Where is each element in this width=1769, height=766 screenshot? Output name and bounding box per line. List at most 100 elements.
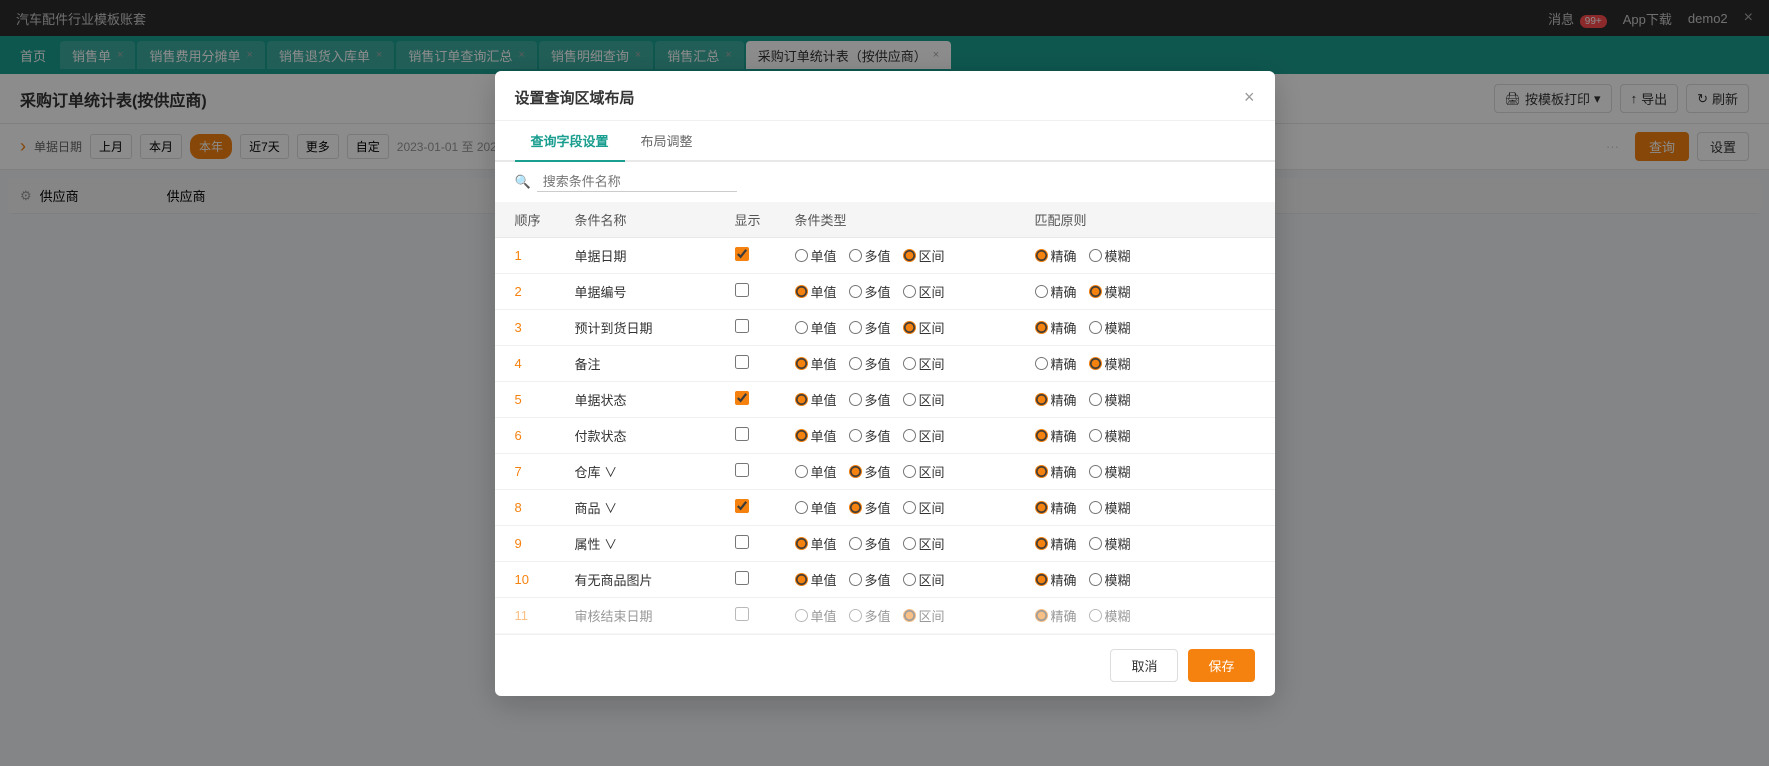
type-multi[interactable]: 多值 bbox=[849, 246, 891, 265]
type-range[interactable]: 区间 bbox=[903, 570, 945, 589]
table-row: 6 付款状态 单值 多值 区间 精确 模糊 bbox=[495, 418, 1275, 454]
row-order: 2 bbox=[515, 284, 575, 299]
type-range[interactable]: 区间 bbox=[903, 462, 945, 481]
row-display[interactable] bbox=[735, 463, 795, 480]
type-single[interactable]: 单值 bbox=[795, 246, 837, 265]
dialog-close-button[interactable]: × bbox=[1244, 87, 1255, 108]
type-single[interactable]: 单值 bbox=[795, 390, 837, 409]
table-row: 3 预计到货日期 单值 多值 区间 精确 模糊 bbox=[495, 310, 1275, 346]
type-range[interactable]: 区间 bbox=[903, 246, 945, 265]
type-multi[interactable]: 多值 bbox=[849, 318, 891, 337]
match-fuzzy[interactable]: 模糊 bbox=[1089, 390, 1131, 409]
table-row: 5 单据状态 单值 多值 区间 精确 模糊 bbox=[495, 382, 1275, 418]
type-multi[interactable]: 多值 bbox=[849, 354, 891, 373]
tab-layout-adjust[interactable]: 布局调整 bbox=[625, 121, 709, 162]
type-range[interactable]: 区间 bbox=[903, 606, 945, 625]
row-type: 单值 多值 区间 bbox=[795, 570, 1035, 589]
table-row: 1 单据日期 单值 多值 区间 精确 模糊 bbox=[495, 238, 1275, 274]
dialog-header: 设置查询区域布局 × bbox=[495, 71, 1275, 121]
modal-overlay: 设置查询区域布局 × 查询字段设置 布局调整 🔍 bbox=[0, 0, 1769, 766]
type-multi[interactable]: 多值 bbox=[849, 534, 891, 553]
type-range[interactable]: 区间 bbox=[903, 426, 945, 445]
type-multi[interactable]: 多值 bbox=[849, 390, 891, 409]
match-exact[interactable]: 精确 bbox=[1035, 282, 1077, 301]
tab-query-fields[interactable]: 查询字段设置 bbox=[515, 121, 625, 162]
type-single[interactable]: 单值 bbox=[795, 570, 837, 589]
row-order: 1 bbox=[515, 248, 575, 263]
type-single[interactable]: 单值 bbox=[795, 606, 837, 625]
cancel-button[interactable]: 取消 bbox=[1110, 649, 1178, 682]
type-range[interactable]: 区间 bbox=[903, 318, 945, 337]
type-single[interactable]: 单值 bbox=[795, 462, 837, 481]
row-order: 4 bbox=[515, 356, 575, 371]
save-button[interactable]: 保存 bbox=[1188, 649, 1254, 682]
type-multi[interactable]: 多值 bbox=[849, 462, 891, 481]
row-name: 付款状态 bbox=[575, 426, 735, 445]
type-multi[interactable]: 多值 bbox=[849, 606, 891, 625]
match-fuzzy[interactable]: 模糊 bbox=[1089, 246, 1131, 265]
type-multi[interactable]: 多值 bbox=[849, 426, 891, 445]
row-display[interactable] bbox=[735, 319, 795, 336]
match-fuzzy[interactable]: 模糊 bbox=[1089, 534, 1131, 553]
table-row: 8 商品 ∨ 单值 多值 区间 精确 模糊 bbox=[495, 490, 1275, 526]
col-type: 条件类型 bbox=[795, 210, 1035, 229]
match-fuzzy[interactable]: 模糊 bbox=[1089, 318, 1131, 337]
type-multi[interactable]: 多值 bbox=[849, 282, 891, 301]
row-display[interactable] bbox=[735, 427, 795, 444]
type-range[interactable]: 区间 bbox=[903, 354, 945, 373]
condition-search-input[interactable] bbox=[537, 172, 737, 192]
match-fuzzy[interactable]: 模糊 bbox=[1089, 282, 1131, 301]
type-multi[interactable]: 多值 bbox=[849, 498, 891, 517]
type-range[interactable]: 区间 bbox=[903, 534, 945, 553]
type-single[interactable]: 单值 bbox=[795, 318, 837, 337]
row-match: 精确 模糊 bbox=[1035, 570, 1235, 589]
match-exact[interactable]: 精确 bbox=[1035, 570, 1077, 589]
settings-dialog: 设置查询区域布局 × 查询字段设置 布局调整 🔍 bbox=[495, 71, 1275, 696]
row-match: 精确 模糊 bbox=[1035, 426, 1235, 445]
row-match: 精确 模糊 bbox=[1035, 606, 1235, 625]
search-icon: 🔍 bbox=[515, 174, 531, 190]
match-fuzzy[interactable]: 模糊 bbox=[1089, 498, 1131, 517]
type-range[interactable]: 区间 bbox=[903, 390, 945, 409]
match-exact[interactable]: 精确 bbox=[1035, 246, 1077, 265]
row-display[interactable] bbox=[735, 355, 795, 372]
type-range[interactable]: 区间 bbox=[903, 498, 945, 517]
row-display[interactable] bbox=[735, 499, 795, 516]
match-exact[interactable]: 精确 bbox=[1035, 390, 1077, 409]
row-name: 商品 ∨ bbox=[575, 498, 735, 517]
match-exact[interactable]: 精确 bbox=[1035, 426, 1077, 445]
match-exact[interactable]: 精确 bbox=[1035, 498, 1077, 517]
row-display[interactable] bbox=[735, 571, 795, 588]
match-exact[interactable]: 精确 bbox=[1035, 354, 1077, 373]
row-display[interactable] bbox=[735, 247, 795, 264]
match-fuzzy[interactable]: 模糊 bbox=[1089, 426, 1131, 445]
match-fuzzy[interactable]: 模糊 bbox=[1089, 570, 1131, 589]
row-display[interactable] bbox=[735, 535, 795, 552]
row-display[interactable] bbox=[735, 391, 795, 408]
type-single[interactable]: 单值 bbox=[795, 498, 837, 517]
row-order: 8 bbox=[515, 500, 575, 515]
match-exact[interactable]: 精确 bbox=[1035, 462, 1077, 481]
type-single[interactable]: 单值 bbox=[795, 534, 837, 553]
row-name: 仓库 ∨ bbox=[575, 462, 735, 481]
type-single[interactable]: 单值 bbox=[795, 282, 837, 301]
type-range[interactable]: 区间 bbox=[903, 282, 945, 301]
match-exact[interactable]: 精确 bbox=[1035, 318, 1077, 337]
match-fuzzy[interactable]: 模糊 bbox=[1089, 354, 1131, 373]
match-exact[interactable]: 精确 bbox=[1035, 534, 1077, 553]
dialog-search-area: 🔍 bbox=[495, 162, 1275, 202]
row-name: 单据日期 bbox=[575, 246, 735, 265]
type-multi[interactable]: 多值 bbox=[849, 570, 891, 589]
row-display[interactable] bbox=[735, 607, 795, 624]
dialog-title: 设置查询区域布局 bbox=[515, 87, 635, 108]
dialog-tabs: 查询字段设置 布局调整 bbox=[495, 121, 1275, 162]
match-exact[interactable]: 精确 bbox=[1035, 606, 1077, 625]
row-match: 精确 模糊 bbox=[1035, 354, 1235, 373]
row-display[interactable] bbox=[735, 283, 795, 300]
match-fuzzy[interactable]: 模糊 bbox=[1089, 606, 1131, 625]
row-name: 备注 bbox=[575, 354, 735, 373]
type-single[interactable]: 单值 bbox=[795, 426, 837, 445]
row-name: 预计到货日期 bbox=[575, 318, 735, 337]
type-single[interactable]: 单值 bbox=[795, 354, 837, 373]
match-fuzzy[interactable]: 模糊 bbox=[1089, 462, 1131, 481]
